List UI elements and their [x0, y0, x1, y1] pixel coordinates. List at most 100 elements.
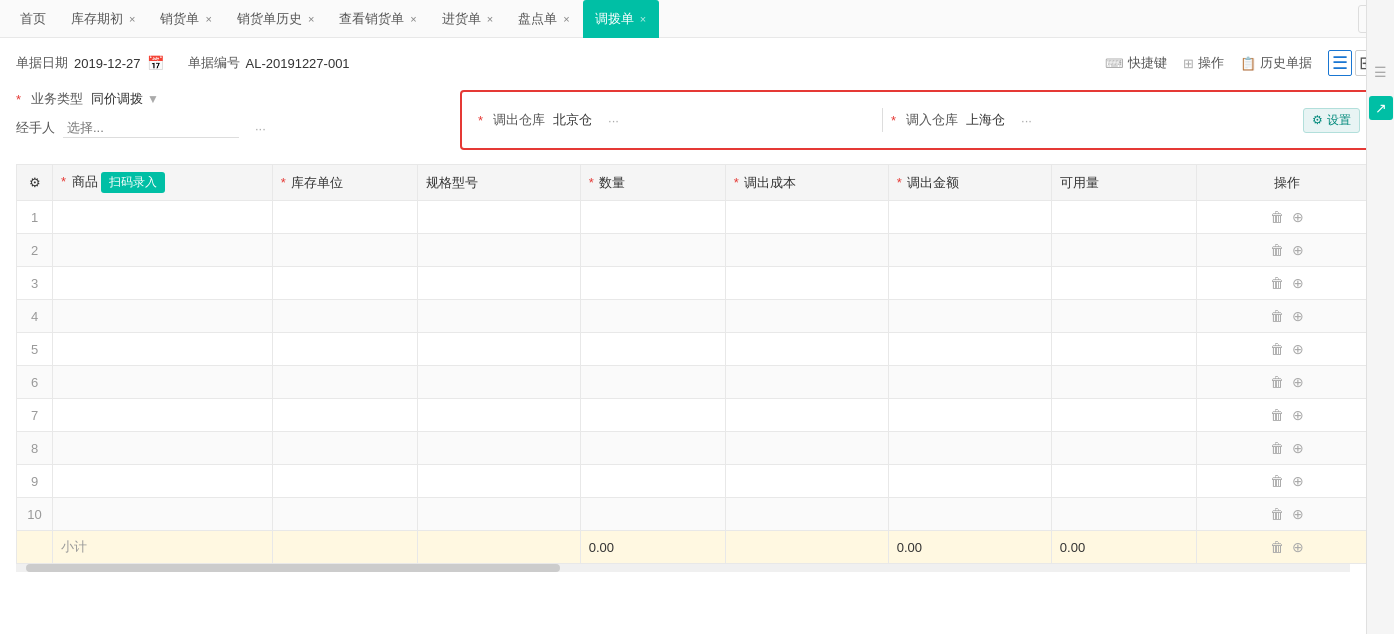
biz-type-select[interactable]: 同价调拨 ▼: [91, 90, 251, 108]
tab-inventory-count-close[interactable]: ×: [563, 13, 569, 25]
row-spec: [417, 201, 580, 234]
row-qty[interactable]: [580, 201, 725, 234]
tab-inventory-count[interactable]: 盘点单 ×: [506, 0, 582, 38]
row-qty[interactable]: [580, 333, 725, 366]
row-qty[interactable]: [580, 465, 725, 498]
row-cost[interactable]: [725, 399, 888, 432]
row-amount[interactable]: [888, 234, 1051, 267]
row-qty[interactable]: [580, 498, 725, 531]
row-cost[interactable]: [725, 498, 888, 531]
delete-row-icon[interactable]: 🗑: [1270, 506, 1284, 522]
copy-row-icon[interactable]: ⊕: [1292, 374, 1304, 390]
copy-row-icon[interactable]: ⊕: [1292, 473, 1304, 489]
delete-row-icon[interactable]: 🗑: [1270, 308, 1284, 324]
tab-transfer-order[interactable]: 调拨单 ×: [583, 0, 659, 38]
row-product[interactable]: [53, 201, 273, 234]
row-product[interactable]: 小计: [53, 531, 273, 564]
row-qty[interactable]: [580, 267, 725, 300]
row-amount[interactable]: [888, 465, 1051, 498]
row-amount[interactable]: [888, 267, 1051, 300]
row-amount[interactable]: 0.00: [888, 531, 1051, 564]
row-qty[interactable]: [580, 300, 725, 333]
copy-row-icon[interactable]: ⊕: [1292, 407, 1304, 423]
th-gear[interactable]: ⚙: [17, 165, 53, 201]
tab-inventory-init[interactable]: 库存期初 ×: [59, 0, 148, 38]
row-amount[interactable]: [888, 498, 1051, 531]
tab-inventory-init-close[interactable]: ×: [129, 13, 135, 25]
delete-row-icon[interactable]: 🗑: [1270, 209, 1284, 225]
bottom-scrollbar-thumb[interactable]: [26, 564, 560, 572]
delete-row-icon[interactable]: 🗑: [1270, 341, 1284, 357]
copy-row-icon[interactable]: ⊕: [1292, 209, 1304, 225]
tab-sales-history[interactable]: 销货单历史 ×: [225, 0, 327, 38]
row-cost[interactable]: [725, 267, 888, 300]
row-qty[interactable]: [580, 432, 725, 465]
sidebar-export-icon[interactable]: ↗: [1369, 96, 1393, 120]
settings-button[interactable]: ⚙ 设置: [1303, 108, 1360, 133]
row-product[interactable]: [53, 432, 273, 465]
bottom-scrollbar-track[interactable]: [16, 564, 1350, 572]
copy-row-icon[interactable]: ⊕: [1292, 506, 1304, 522]
delete-row-icon[interactable]: 🗑: [1270, 242, 1284, 258]
row-amount[interactable]: [888, 333, 1051, 366]
list-view-icon[interactable]: ☰: [1328, 50, 1352, 76]
row-qty[interactable]: 0.00: [580, 531, 725, 564]
tab-view-sales[interactable]: 查看销货单 ×: [327, 0, 429, 38]
delete-row-icon[interactable]: 🗑: [1270, 407, 1284, 423]
shortcuts-button[interactable]: ⌨ 快捷键: [1105, 54, 1167, 72]
row-qty[interactable]: [580, 234, 725, 267]
copy-row-icon[interactable]: ⊕: [1292, 539, 1304, 555]
row-cost[interactable]: [725, 201, 888, 234]
copy-row-icon[interactable]: ⊕: [1292, 440, 1304, 456]
row-qty[interactable]: [580, 366, 725, 399]
row-cost[interactable]: [725, 531, 888, 564]
operations-button[interactable]: ⊞ 操作: [1183, 54, 1224, 72]
tab-sales-order[interactable]: 销货单 ×: [148, 0, 224, 38]
scan-entry-button[interactable]: 扫码录入: [101, 172, 165, 193]
history-button[interactable]: 📋 历史单据: [1240, 54, 1312, 72]
row-cost[interactable]: [725, 234, 888, 267]
row-amount[interactable]: [888, 201, 1051, 234]
copy-row-icon[interactable]: ⊕: [1292, 242, 1304, 258]
row-product[interactable]: [53, 300, 273, 333]
row-cost[interactable]: [725, 300, 888, 333]
tab-home[interactable]: 首页: [8, 0, 59, 38]
row-product[interactable]: [53, 465, 273, 498]
agent-input[interactable]: [63, 118, 239, 138]
delete-row-icon[interactable]: 🗑: [1270, 275, 1284, 291]
row-cost[interactable]: [725, 333, 888, 366]
row-product[interactable]: [53, 267, 273, 300]
row-amount[interactable]: [888, 300, 1051, 333]
tab-sales-order-close[interactable]: ×: [205, 13, 211, 25]
table-row: 3 🗑 ⊕: [17, 267, 1378, 300]
row-product[interactable]: [53, 234, 273, 267]
row-cost[interactable]: [725, 366, 888, 399]
tab-purchase-order[interactable]: 进货单 ×: [430, 0, 506, 38]
copy-row-icon[interactable]: ⊕: [1292, 341, 1304, 357]
row-cost[interactable]: [725, 432, 888, 465]
delete-row-icon[interactable]: 🗑: [1270, 473, 1284, 489]
calendar-icon[interactable]: 📅: [147, 55, 164, 71]
in-warehouse-more-button[interactable]: ···: [1021, 113, 1032, 128]
row-amount[interactable]: [888, 366, 1051, 399]
row-amount[interactable]: [888, 399, 1051, 432]
copy-row-icon[interactable]: ⊕: [1292, 275, 1304, 291]
out-warehouse-more-button[interactable]: ···: [608, 113, 619, 128]
tab-view-sales-close[interactable]: ×: [410, 13, 416, 25]
sidebar-list-icon[interactable]: ☰: [1369, 60, 1393, 84]
row-product[interactable]: [53, 366, 273, 399]
row-qty[interactable]: [580, 399, 725, 432]
tab-sales-history-close[interactable]: ×: [308, 13, 314, 25]
agent-more-button[interactable]: ···: [255, 121, 266, 136]
delete-row-icon[interactable]: 🗑: [1270, 539, 1284, 555]
row-amount[interactable]: [888, 432, 1051, 465]
row-product[interactable]: [53, 399, 273, 432]
tab-purchase-order-close[interactable]: ×: [487, 13, 493, 25]
row-cost[interactable]: [725, 465, 888, 498]
row-product[interactable]: [53, 498, 273, 531]
tab-transfer-order-close[interactable]: ×: [640, 13, 646, 25]
row-product[interactable]: [53, 333, 273, 366]
delete-row-icon[interactable]: 🗑: [1270, 440, 1284, 456]
copy-row-icon[interactable]: ⊕: [1292, 308, 1304, 324]
delete-row-icon[interactable]: 🗑: [1270, 374, 1284, 390]
